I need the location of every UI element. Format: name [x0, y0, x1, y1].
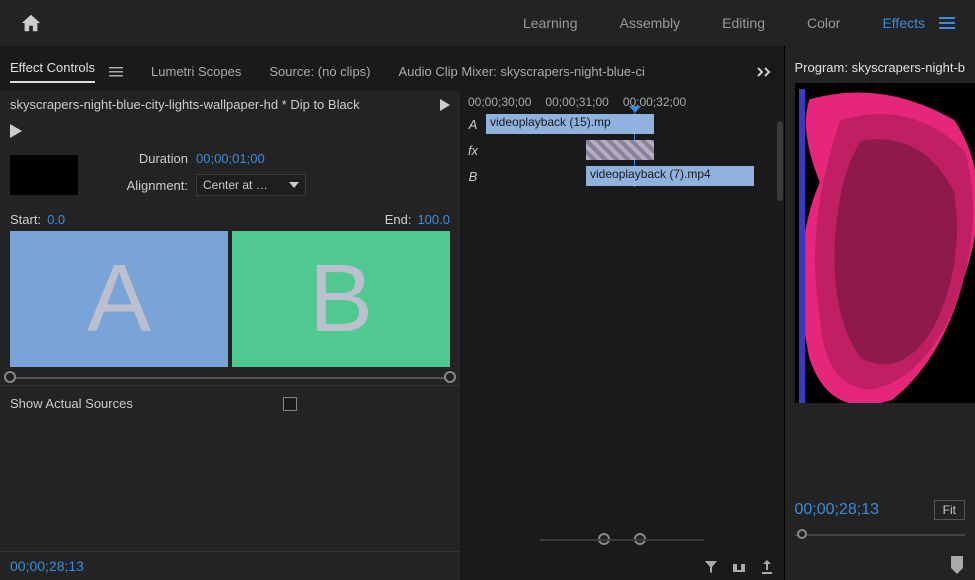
show-sources-label: Show Actual Sources	[10, 396, 133, 411]
slider-knob-start[interactable]	[4, 371, 16, 383]
tab-assembly[interactable]: Assembly	[619, 15, 680, 31]
slider-knob-end[interactable]	[444, 371, 456, 383]
panel-tab-strip: Effect Controls Lumetri Scopes Source: (…	[0, 46, 784, 91]
scrubber-knob[interactable]	[797, 529, 807, 539]
ruler-tick: 00;00;30;00	[468, 95, 531, 109]
top-bar: Learning Assembly Editing Color Effects	[0, 0, 975, 46]
overflow-icon[interactable]	[756, 66, 774, 78]
alignment-select[interactable]: Center at …	[196, 174, 306, 196]
duration-label: Duration	[92, 151, 188, 166]
panel-menu-icon[interactable]	[109, 66, 123, 78]
b-letter: B	[309, 244, 373, 354]
home-icon[interactable]	[20, 12, 42, 34]
alignment-label: Alignment:	[92, 178, 188, 193]
alignment-selected: Center at …	[203, 178, 268, 192]
mini-timeline-zoom[interactable]	[460, 534, 784, 544]
marker-icon[interactable]	[949, 556, 965, 574]
play-icon[interactable]	[10, 124, 22, 138]
program-viewport[interactable]	[795, 83, 975, 492]
tab-learning[interactable]: Learning	[523, 15, 578, 31]
preview-thumbnail	[10, 155, 78, 195]
snap-icon[interactable]	[732, 560, 746, 574]
tab-audio-clip-mixer[interactable]: Audio Clip Mixer: skyscrapers-night-blue…	[399, 64, 645, 79]
end-label: End:	[385, 212, 412, 227]
clip-b[interactable]: videoplayback (7).mp4	[586, 166, 754, 186]
export-icon[interactable]	[760, 560, 774, 574]
chevron-down-icon	[289, 182, 299, 188]
play-right-icon[interactable]	[440, 99, 450, 111]
tab-lumetri-scopes[interactable]: Lumetri Scopes	[151, 64, 241, 79]
vertical-scrollbar[interactable]	[776, 121, 784, 520]
tab-effects[interactable]: Effects	[882, 15, 925, 31]
track-fx-label: fx	[460, 143, 486, 158]
show-sources-checkbox[interactable]	[283, 397, 297, 411]
duration-value[interactable]: 00;00;01;00	[196, 151, 265, 166]
effect-controls-panel: Effect Controls Lumetri Scopes Source: (…	[0, 46, 784, 580]
tab-source[interactable]: Source: (no clips)	[269, 64, 370, 79]
zoom-fit-dropdown[interactable]: Fit	[934, 500, 965, 520]
clip-fx[interactable]	[586, 140, 654, 160]
a-letter: A	[87, 244, 151, 354]
track-a-label: A	[460, 117, 486, 132]
workspace-tabs: Learning Assembly Editing Color Effects	[523, 15, 925, 31]
tab-effect-controls[interactable]: Effect Controls	[10, 60, 95, 83]
tab-editing[interactable]: Editing	[722, 15, 765, 31]
source-a-tile[interactable]: A	[10, 231, 228, 367]
effect-properties: skyscrapers-night-blue-city-lights-wallp…	[0, 91, 460, 580]
clip-title: skyscrapers-night-blue-city-lights-wallp…	[10, 97, 440, 112]
start-value[interactable]: 0.0	[47, 212, 65, 227]
clip-a[interactable]: videoplayback (15).mp	[486, 114, 654, 134]
track-b-label: B	[460, 169, 486, 184]
program-scrubber[interactable]	[795, 534, 966, 536]
tab-color[interactable]: Color	[807, 15, 840, 31]
program-monitor-panel: Program: skyscrapers-night-b 00;00;28;13…	[784, 46, 975, 580]
program-title[interactable]: Program: skyscrapers-night-b	[795, 60, 966, 75]
source-b-tile[interactable]: B	[232, 231, 450, 367]
time-ruler[interactable]: 00;00;30;00 00;00;31;00 00;00;32;00	[460, 91, 784, 113]
scrollbar-thumb[interactable]	[777, 121, 783, 201]
transition-slider[interactable]	[0, 367, 460, 385]
ruler-tick: 00;00;31;00	[545, 95, 608, 109]
effect-mini-timeline: 00;00;30;00 00;00;31;00 00;00;32;00 A vi…	[460, 91, 784, 580]
start-label: Start:	[10, 212, 41, 227]
filter-icon[interactable]	[704, 560, 718, 574]
timecode-display[interactable]: 00;00;28;13	[0, 551, 460, 580]
video-frame	[799, 89, 975, 403]
hamburger-icon[interactable]	[939, 16, 955, 30]
end-value[interactable]: 100.0	[417, 212, 450, 227]
program-timecode[interactable]: 00;00;28;13	[795, 501, 880, 519]
